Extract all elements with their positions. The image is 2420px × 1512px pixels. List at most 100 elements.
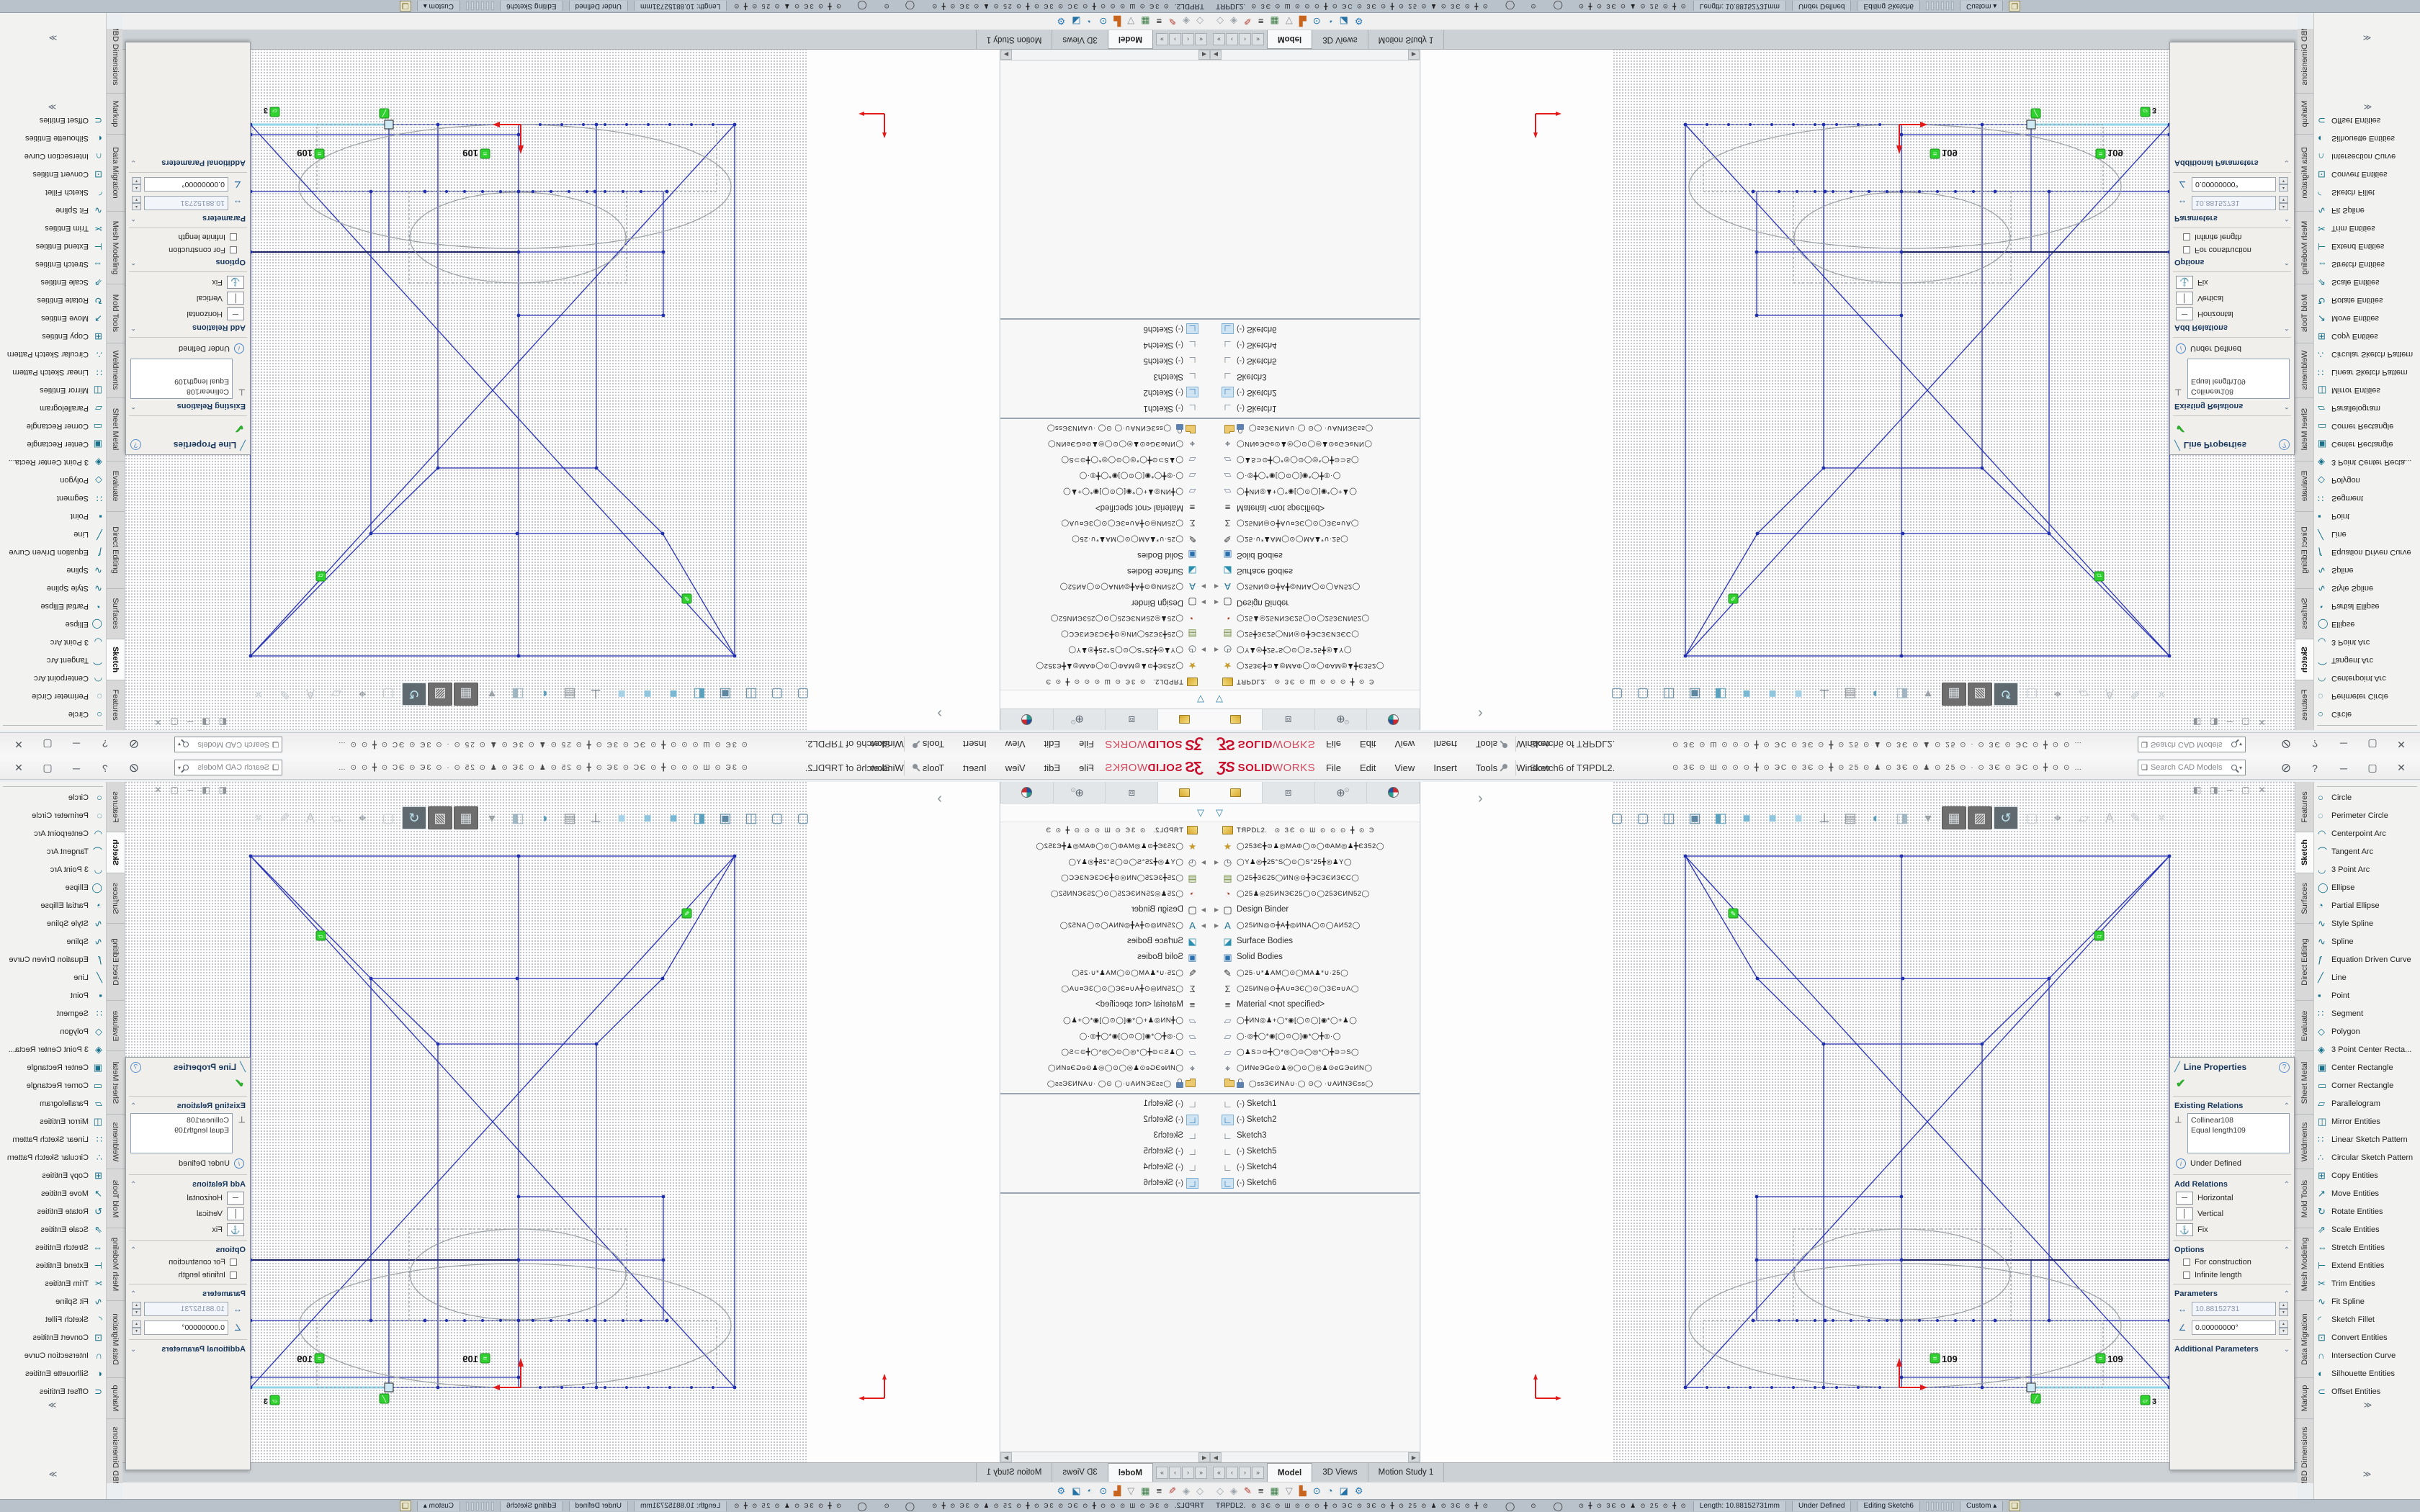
view-toolbar-button-6[interactable]: ■: [1760, 683, 1785, 706]
status-icon-6[interactable]: ▙: [1113, 1485, 1121, 1497]
additional-parameters-header[interactable]: Additional Parameters ⌄: [2170, 1342, 2294, 1355]
tree-row[interactable]: ▱◯·◎╋◯*◉[◯⊙◯]◉*◯╋◎·◯: [1000, 468, 1210, 484]
search-dropdown-icon[interactable]: ▾: [178, 765, 181, 771]
status-icon-7[interactable]: ⊙: [1099, 1485, 1107, 1497]
more-tools-chevron-icon[interactable]: ≫: [2314, 1400, 2420, 1410]
expand-chevron-icon[interactable]: ⌄: [130, 1346, 136, 1354]
status-icon-6[interactable]: ▙: [1299, 1485, 1307, 1497]
tool-ellipse[interactable]: ◯Ellipse: [0, 878, 106, 896]
tool-convert-entities[interactable]: ⊡Convert Entities: [0, 166, 106, 184]
tab-configurationmanager[interactable]: ⊕: [1053, 782, 1106, 803]
status-icon-1[interactable]: ◈: [1230, 16, 1237, 27]
ok-button[interactable]: ✔: [2170, 418, 2294, 436]
tool-perimeter-circle[interactable]: ◌Perimeter Circle: [2314, 688, 2420, 706]
tool-parallelogram[interactable]: ▱Parallelogram: [0, 1094, 106, 1112]
view-toolbar-button-11[interactable]: ◨: [506, 683, 530, 706]
help-icon[interactable]: ?: [2279, 1062, 2290, 1073]
relation-button-horizontal[interactable]: ─Horizontal: [2170, 306, 2294, 322]
tool-fit-spline[interactable]: ∿Fit Spline: [0, 202, 106, 220]
tab-displaymanager[interactable]: [1367, 709, 1420, 730]
collapse-chevron-icon[interactable]: ⌃: [2284, 1246, 2290, 1254]
tool-center-rectangle[interactable]: ▣Center Rectangle: [0, 1058, 106, 1076]
tool-rotate-entities[interactable]: ↻Rotate Entities: [0, 292, 106, 310]
status-icon-7[interactable]: ⊙: [1313, 1485, 1321, 1497]
tool-mirror-entities[interactable]: ◫Mirror Entities: [0, 382, 106, 400]
tool-perimeter-circle[interactable]: ◌Perimeter Circle: [2314, 806, 2420, 824]
tree-row[interactable]: Σ◯25ИΝ◎⊙╋Α∪¤ЗЄ◯⊙◯ЗЄ¤∪Α◯: [1000, 516, 1210, 531]
doc-close-icon[interactable]: ✕: [154, 785, 161, 795]
tool-sketch-fillet[interactable]: ◜Sketch Fillet: [0, 184, 106, 202]
overflow-chevron-icon[interactable]: ≫: [2314, 33, 2420, 42]
tree-row[interactable]: ◔◯25♟◎25ИΝЗЄ25◯⊙◯253ЄИΝ52◯: [1210, 611, 1420, 626]
doc-tab-motion-study-1[interactable]: Motion Study 1: [1368, 1463, 1445, 1482]
doc-restore-icon[interactable]: ▢: [170, 785, 178, 795]
relations-listbox[interactable]: Collinear108Equal length109: [130, 1113, 233, 1153]
view-toolbar-button-6[interactable]: ■: [635, 806, 660, 829]
options-header[interactable]: Options ⌃: [2170, 1243, 2294, 1256]
tool-mirror-entities[interactable]: ◫Mirror Entities: [2314, 382, 2420, 400]
tool-circular-sketch-pattern[interactable]: ∴Circular Sketch Pattern: [0, 346, 106, 364]
tool-intersection-curve[interactable]: ∩Intersection Curve: [2314, 1346, 2420, 1364]
tree-row[interactable]: ▤◯25╋3Є25◯ИΝ◎⊙╋ЭСЗЄИЗЄС◯: [1000, 870, 1210, 886]
tab-nav-icon-2[interactable]: ›: [1169, 1467, 1181, 1479]
tree-row[interactable]: TЯPDL2.⊙ ЗЄ ⊙ Ш ⊙ ⊙ ⊙ ╋ ⊙ Э: [1210, 674, 1420, 690]
status-icon-8[interactable]: ◔: [1327, 16, 1333, 27]
command-tab-sheet-metal[interactable]: Sheet Metal: [2295, 397, 2313, 461]
view-toolbar-button-4[interactable]: ◧: [1708, 683, 1733, 706]
tool-ellipse[interactable]: ◯Ellipse: [0, 616, 106, 634]
tree-row[interactable]: ◪Surface Bodies: [1000, 563, 1210, 579]
tree-row[interactable]: ∟(-)Sketch5: [1000, 353, 1210, 369]
tool-tangent-arc[interactable]: ⌒Tangent Arc: [2314, 842, 2420, 860]
tab-nav-icon-0[interactable]: «: [1213, 34, 1225, 46]
search-icon[interactable]: [2231, 765, 2237, 770]
search-dropdown-icon[interactable]: ▾: [2239, 742, 2242, 748]
relation-button-vertical[interactable]: │Vertical: [2170, 1206, 2294, 1222]
tab-nav-icon-2[interactable]: ›: [1239, 1467, 1251, 1479]
tab-displaymanager[interactable]: [1000, 782, 1053, 803]
tree-row[interactable]: ∟Sketch3: [1210, 1128, 1420, 1143]
search-dropdown-icon[interactable]: ▾: [2239, 765, 2242, 771]
scroll-right-icon[interactable]: ▶: [1000, 1452, 1012, 1462]
overflow-chevron-icon[interactable]: ≫: [0, 1470, 106, 1479]
command-tab-data-migration[interactable]: Data Migration: [2295, 1301, 2313, 1378]
tab-nav-icon-1[interactable]: ‹: [1226, 34, 1238, 46]
view-toolbar-button-4[interactable]: ◧: [687, 683, 712, 706]
tool-trim-entities[interactable]: ✂Trim Entities: [2314, 1274, 2420, 1292]
doc-close-icon[interactable]: ✕: [2259, 717, 2266, 727]
tool-line[interactable]: ╱Line: [2314, 526, 2420, 544]
tool-circle[interactable]: ○Circle: [2314, 706, 2420, 724]
command-tab-markup[interactable]: Markup: [107, 1378, 125, 1419]
tree-row[interactable]: ∟(-)Sketch4: [1210, 337, 1420, 353]
menu-edit[interactable]: Edit: [1350, 739, 1385, 750]
view-toolbar-button-20[interactable]: ✎: [2123, 806, 2148, 829]
view-toolbar-button-2[interactable]: ◫: [739, 806, 763, 829]
command-tab-mbd-dimensions[interactable]: MBD Dimensions: [2295, 29, 2313, 93]
status-icon-7[interactable]: ⊙: [1313, 16, 1321, 27]
view-toolbar-button-12[interactable]: ▾: [480, 806, 504, 829]
collapse-chevron-icon[interactable]: ⌃: [2284, 1102, 2290, 1110]
menu-insert[interactable]: Insert: [954, 739, 996, 750]
menu-insert[interactable]: Insert: [1424, 739, 1466, 750]
parameters-header[interactable]: Parameters ⌃: [126, 1287, 250, 1300]
expand-chevron-icon[interactable]: ⌄: [130, 159, 136, 167]
login-button[interactable]: ⊘: [120, 761, 148, 775]
taskbar-ring-icon[interactable]: ◯: [1553, 1501, 1562, 1511]
tool-scale-entities[interactable]: ⇗Scale Entities: [2314, 1220, 2420, 1238]
command-tab-mold-tools[interactable]: Mold Tools: [2295, 1169, 2313, 1228]
command-tab-data-migration[interactable]: Data Migration: [2295, 134, 2313, 211]
status-units[interactable]: Custom ▴: [417, 1, 460, 12]
status-icon-8[interactable]: ◔: [1087, 1485, 1093, 1496]
command-tab-features[interactable]: Features: [107, 680, 125, 730]
tool-fit-spline[interactable]: ∿Fit Spline: [2314, 202, 2420, 220]
tool-intersection-curve[interactable]: ∩Intersection Curve: [0, 1346, 106, 1364]
command-tab-surfaces[interactable]: Surfaces: [2295, 588, 2313, 639]
taskbar-ring-icon[interactable]: ◯: [1505, 1, 1515, 12]
tree-row[interactable]: Σ◯25ИΝ◎⊙╋Α∪¤ЗЄ◯⊙◯ЗЄ¤∪Α◯: [1000, 981, 1210, 996]
view-toolbar-button-8[interactable]: ⊥: [583, 683, 608, 706]
relation-entry[interactable]: Equal length109: [2191, 377, 2286, 387]
view-toolbar-button-5[interactable]: ■: [661, 806, 686, 829]
tool-3-point-arc[interactable]: ◡3 Point Arc: [2314, 860, 2420, 878]
command-tab-weldments[interactable]: Weldments: [2295, 1115, 2313, 1169]
tool-centerpoint-arc[interactable]: ◠Centerpoint Arc: [0, 670, 106, 688]
relation-button-vertical[interactable]: │Vertical: [126, 1206, 250, 1222]
